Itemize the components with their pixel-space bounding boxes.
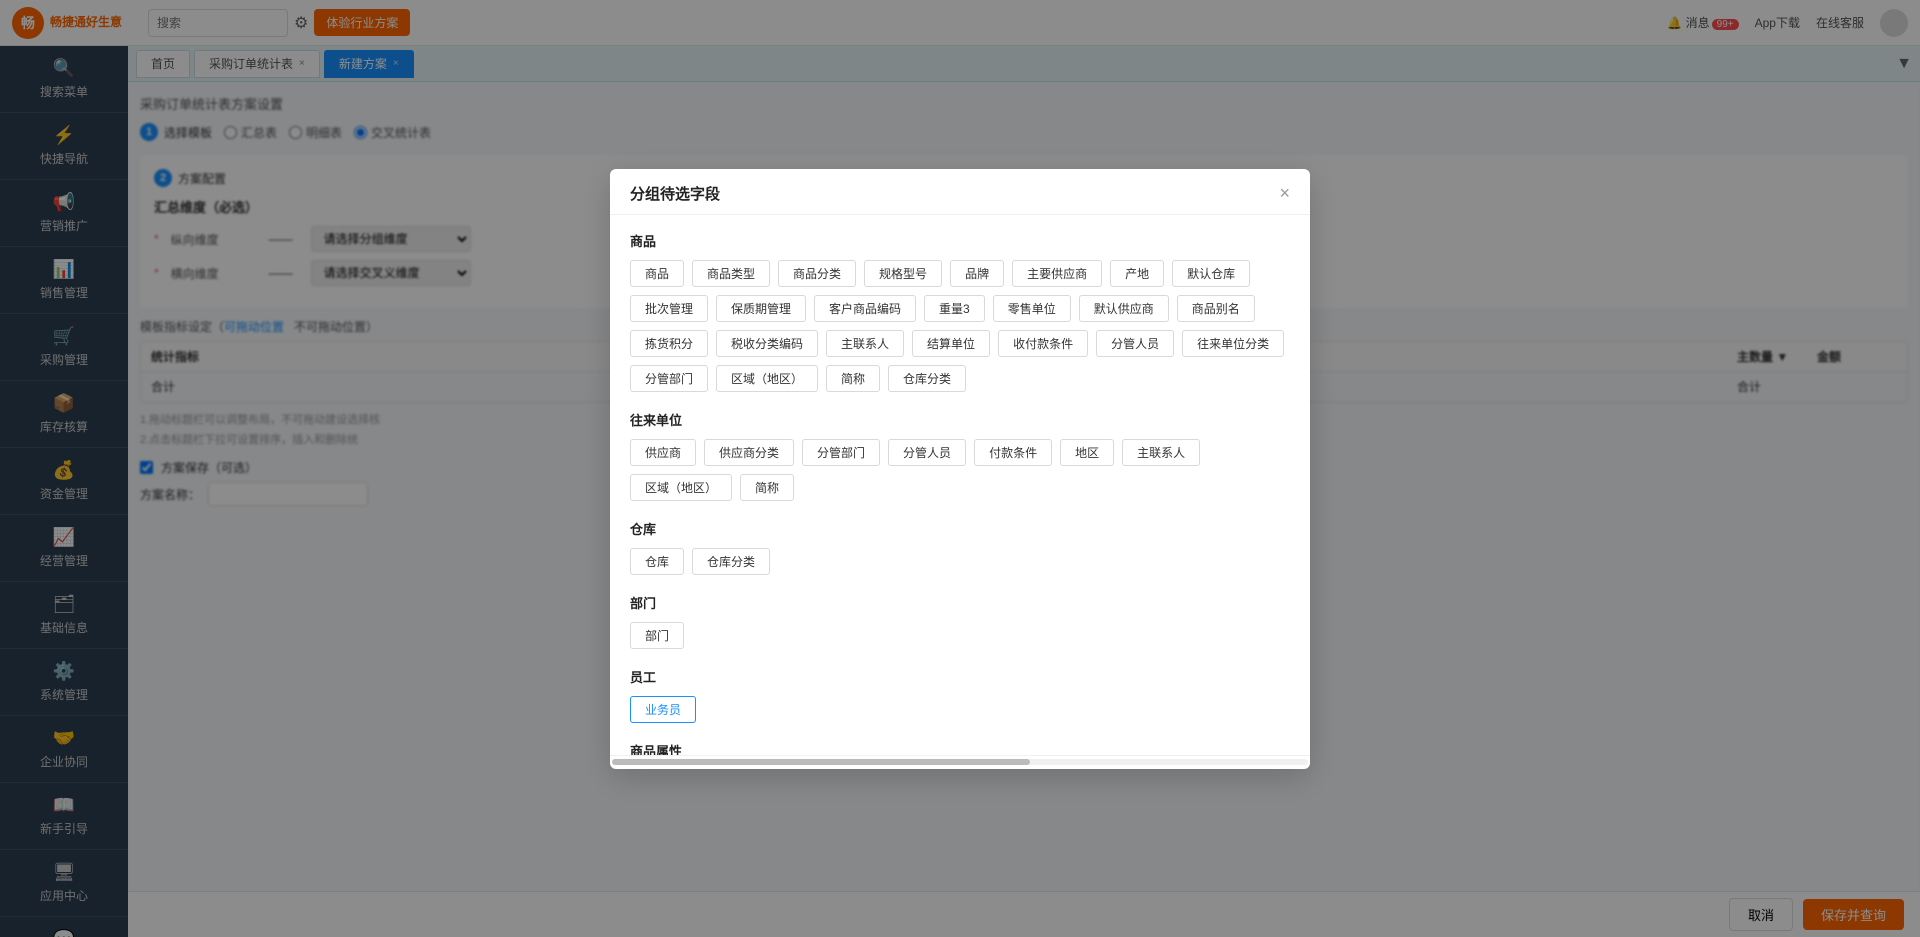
field-section-product-attr: 商品属性 属性 颜色 多规格 尺码 鞋码 1 [630, 741, 1290, 756]
field-section-warehouse-title: 仓库 [630, 519, 1290, 538]
field-chip-shelf-life[interactable]: 保质期管理 [716, 295, 806, 322]
modal-scrollbar-area [610, 755, 1310, 768]
field-section-staff-title: 员工 [630, 667, 1290, 686]
field-chip-warehouse-category[interactable]: 仓库分类 [888, 365, 966, 392]
field-chip-product[interactable]: 商品 [630, 260, 684, 287]
field-chip-counterpart-category[interactable]: 往来单位分类 [1182, 330, 1284, 357]
modal-close-button[interactable]: × [1279, 183, 1290, 204]
field-chip-spec-model[interactable]: 规格型号 [864, 260, 942, 287]
field-chip-default-supplier[interactable]: 默认供应商 [1079, 295, 1169, 322]
field-chips-product: 商品 商品类型 商品分类 规格型号 品牌 主要供应商 产地 默认仓库 批次管理 … [630, 260, 1290, 392]
field-chip-warehouse[interactable]: 仓库 [630, 548, 684, 575]
field-chip-warehouse-cat[interactable]: 仓库分类 [692, 548, 770, 575]
field-chip-weight3[interactable]: 重量3 [924, 295, 985, 322]
field-chips-dept: 部门 [630, 622, 1290, 649]
field-section-counterpart: 往来单位 供应商 供应商分类 分管部门 分管人员 付款条件 地区 主联系人 区域… [630, 410, 1290, 501]
field-section-staff: 员工 业务员 [630, 667, 1290, 723]
field-chip-abbr[interactable]: 简称 [740, 474, 794, 501]
field-chips-counterpart: 供应商 供应商分类 分管部门 分管人员 付款条件 地区 主联系人 区域（地区） … [630, 439, 1290, 501]
field-chip-batch-mgmt[interactable]: 批次管理 [630, 295, 708, 322]
field-chip-customer-code[interactable]: 客户商品编码 [814, 295, 916, 322]
field-section-product-attr-title: 商品属性 [630, 741, 1290, 756]
field-chip-dept[interactable]: 分管部门 [802, 439, 880, 466]
field-chip-product-type[interactable]: 商品类型 [692, 260, 770, 287]
field-chip-main-supplier[interactable]: 主要供应商 [1012, 260, 1102, 287]
field-chip-department[interactable]: 部门 [630, 622, 684, 649]
field-chips-warehouse: 仓库 仓库分类 [630, 548, 1290, 575]
field-chip-main-contact[interactable]: 主联系人 [826, 330, 904, 357]
field-chip-manager[interactable]: 分管人员 [1096, 330, 1174, 357]
field-chip-managed-dept[interactable]: 分管部门 [630, 365, 708, 392]
modal-hscroll-thumb [612, 759, 1030, 765]
field-chip-default-warehouse[interactable]: 默认仓库 [1172, 260, 1250, 287]
field-section-warehouse: 仓库 仓库 仓库分类 [630, 519, 1290, 575]
field-section-product-title: 商品 [630, 231, 1290, 250]
field-chip-region2[interactable]: 区域（地区） [630, 474, 732, 501]
field-chip-settlement-unit[interactable]: 结算单位 [912, 330, 990, 357]
field-chip-tax-code[interactable]: 税收分类编码 [716, 330, 818, 357]
field-section-dept-title: 部门 [630, 593, 1290, 612]
field-section-product: 商品 商品 商品类型 商品分类 规格型号 品牌 主要供应商 产地 默认仓库 批次… [630, 231, 1290, 392]
field-chip-retail-unit[interactable]: 零售单位 [993, 295, 1071, 322]
field-chip-region[interactable]: 区域（地区） [716, 365, 818, 392]
field-chip-product-category[interactable]: 商品分类 [778, 260, 856, 287]
field-chip-person[interactable]: 分管人员 [888, 439, 966, 466]
field-chip-brand[interactable]: 品牌 [950, 260, 1004, 287]
field-chip-short-name[interactable]: 简称 [826, 365, 880, 392]
field-chip-payment-terms[interactable]: 收付款条件 [998, 330, 1088, 357]
field-chip-salesperson[interactable]: 业务员 [630, 696, 696, 723]
field-chip-alias[interactable]: 商品别名 [1177, 295, 1255, 322]
field-chip-origin[interactable]: 产地 [1110, 260, 1164, 287]
field-chip-supplier[interactable]: 供应商 [630, 439, 696, 466]
modal-header: 分组待选字段 × [610, 169, 1310, 215]
field-section-dept: 部门 部门 [630, 593, 1290, 649]
field-chip-supplier-category[interactable]: 供应商分类 [704, 439, 794, 466]
modal-hscroll[interactable] [612, 759, 1308, 765]
field-chips-staff: 业务员 [630, 696, 1290, 723]
field-chip-pick-score[interactable]: 拣货积分 [630, 330, 708, 357]
modal-overlay: 分组待选字段 × 商品 商品 商品类型 商品分类 规格型号 品牌 主要供应商 产… [0, 0, 1920, 937]
modal-title: 分组待选字段 [630, 183, 720, 204]
modal-body[interactable]: 商品 商品 商品类型 商品分类 规格型号 品牌 主要供应商 产地 默认仓库 批次… [610, 215, 1310, 756]
field-chip-area[interactable]: 地区 [1060, 439, 1114, 466]
field-chip-pay-terms[interactable]: 付款条件 [974, 439, 1052, 466]
field-section-counterpart-title: 往来单位 [630, 410, 1290, 429]
modal-dialog: 分组待选字段 × 商品 商品 商品类型 商品分类 规格型号 品牌 主要供应商 产… [610, 169, 1310, 769]
field-chip-main-contact2[interactable]: 主联系人 [1122, 439, 1200, 466]
